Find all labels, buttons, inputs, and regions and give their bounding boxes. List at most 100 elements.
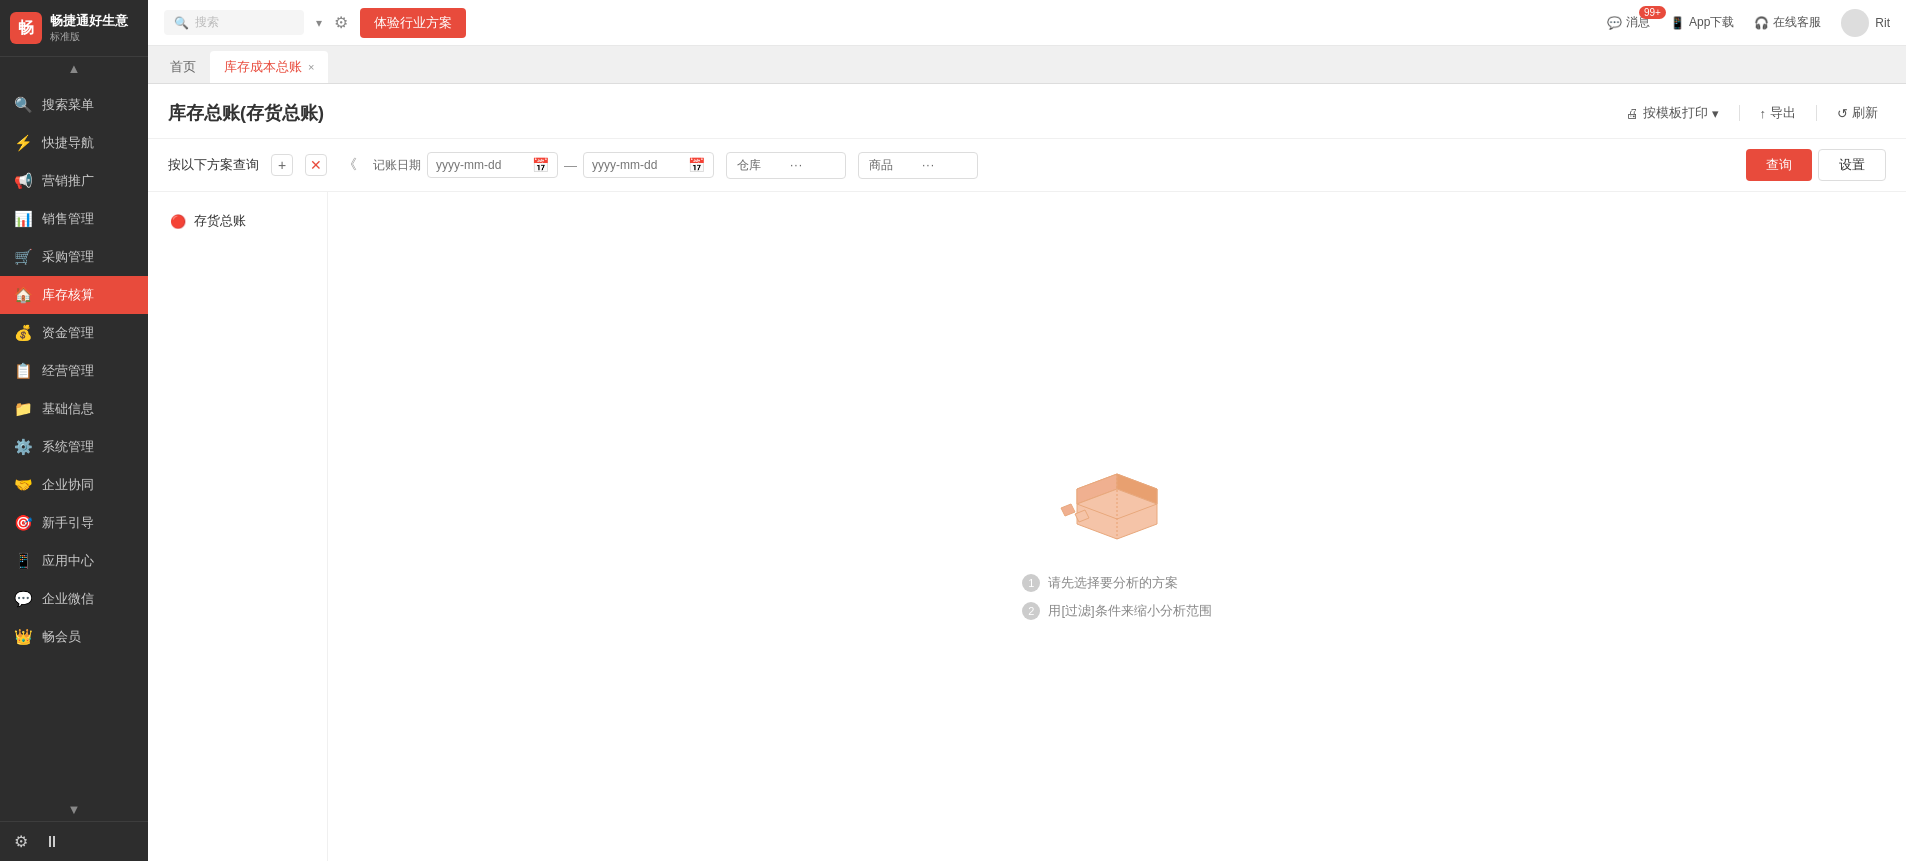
filter-collapse-btn[interactable]: 《 xyxy=(339,154,361,176)
nav-label-business: 经营管理 xyxy=(42,362,94,380)
app-title: 畅捷通好生意 xyxy=(50,13,128,30)
sidebar-scroll-up[interactable]: ▲ xyxy=(0,57,148,80)
tip-text-1: 请先选择要分析的方案 xyxy=(1048,574,1178,592)
query-btn[interactable]: 查询 xyxy=(1746,149,1812,181)
nav-icon-inventory: 🏠 xyxy=(14,286,32,304)
print-template-btn[interactable]: 🖨 按模板打印 ▾ xyxy=(1618,100,1727,126)
date-start-input[interactable]: 📅 xyxy=(427,152,558,178)
topbar-search[interactable]: 🔍 搜索 xyxy=(164,10,304,35)
tab-inventory-ledger[interactable]: 库存成本总账 × xyxy=(210,51,328,83)
nav-label-shortcut: 快捷导航 xyxy=(42,134,94,152)
nav-icon-funds: 💰 xyxy=(14,324,32,342)
search-icon: 🔍 xyxy=(174,16,189,30)
action-separator-2 xyxy=(1816,105,1817,121)
nav-icon-business: 📋 xyxy=(14,362,32,380)
warehouse-more-icon: ··· xyxy=(790,158,835,172)
sidebar-item-sales[interactable]: 📊销售管理 xyxy=(0,200,148,238)
sidebar-item-marketing[interactable]: 📢营销推广 xyxy=(0,162,148,200)
filter-close-btn[interactable]: ✕ xyxy=(305,154,327,176)
warehouse-label: 仓库 xyxy=(737,157,782,174)
filter-label: 按以下方案查询 xyxy=(168,156,259,174)
user-name: Rit xyxy=(1875,16,1890,30)
main-content: 1 请先选择要分析的方案 2 用[过滤]条件来缩小分析范围 xyxy=(328,192,1906,861)
sidebar-item-shortcut[interactable]: ⚡快捷导航 xyxy=(0,124,148,162)
message-btn[interactable]: 💬 消息 99+ xyxy=(1607,14,1650,31)
nav-icon-enterprise: 🤝 xyxy=(14,476,32,494)
tab-label-inventory-ledger: 库存成本总账 xyxy=(224,58,302,76)
page-header: 库存总账(存货总账) 🖨 按模板打印 ▾ ↑ 导出 ↺ 刷新 xyxy=(148,84,1906,139)
app-download-btn[interactable]: 📱 App下载 xyxy=(1670,14,1734,31)
tip-text-2: 用[过滤]条件来缩小分析范围 xyxy=(1048,602,1211,620)
nav-label-basic: 基础信息 xyxy=(42,400,94,418)
app-logo-icon: 畅 xyxy=(10,12,42,44)
empty-illustration xyxy=(1057,434,1177,554)
nav-icon-basic: 📁 xyxy=(14,400,32,418)
nav-label-funds: 资金管理 xyxy=(42,324,94,342)
print-template-label: 按模板打印 xyxy=(1643,104,1708,122)
calendar-start-icon: 📅 xyxy=(532,157,549,173)
industry-btn[interactable]: 体验行业方案 xyxy=(360,8,466,38)
sidebar-item-newbie[interactable]: 🎯新手引导 xyxy=(0,504,148,542)
online-service-btn[interactable]: 🎧 在线客服 xyxy=(1754,14,1821,31)
goods-more-icon: ··· xyxy=(922,158,967,172)
tab-label-home: 首页 xyxy=(170,58,196,76)
nav-label-search: 搜索菜单 xyxy=(42,96,94,114)
nav-icon-system: ⚙️ xyxy=(14,438,32,456)
svg-marker-6 xyxy=(1061,504,1075,516)
user-area[interactable]: Rit xyxy=(1841,9,1890,37)
empty-tips: 1 请先选择要分析的方案 2 用[过滤]条件来缩小分析范围 xyxy=(1022,574,1211,620)
nav-label-wechat: 企业微信 xyxy=(42,590,94,608)
nav-icon-purchase: 🛒 xyxy=(14,248,32,266)
nav-label-system: 系统管理 xyxy=(42,438,94,456)
filter-add-btn[interactable]: + xyxy=(271,154,293,176)
date-start-field[interactable] xyxy=(436,158,526,172)
sidebar-item-enterprise[interactable]: 🤝企业协同 xyxy=(0,466,148,504)
message-icon: 💬 xyxy=(1607,16,1622,30)
app-subtitle: 标准版 xyxy=(50,30,128,43)
sidebar-item-purchase[interactable]: 🛒 采购管理 xyxy=(0,238,148,276)
sidebar-item-inventory[interactable]: 🏠 库存核算 xyxy=(0,276,148,314)
sidebar-item-business[interactable]: 📋 经营管理 xyxy=(0,352,148,390)
page-title: 库存总账(存货总账) xyxy=(168,101,324,125)
tab-home[interactable]: 首页 xyxy=(156,51,210,83)
tabbar: 首页 库存成本总账 × xyxy=(148,46,1906,84)
filter-item-label-inventory-ledger: 存货总账 xyxy=(194,212,246,230)
filter-bar: 按以下方案查询 + ✕ 《 记账日期 📅 — 📅 仓库 ··· xyxy=(148,139,1906,192)
sidebar-item-system[interactable]: ⚙️ 系统管理 xyxy=(0,428,148,466)
nav-label-inventory: 库存核算 xyxy=(42,286,94,304)
export-btn[interactable]: ↑ 导出 xyxy=(1752,100,1805,126)
audio-icon[interactable]: ⏸ xyxy=(44,833,60,851)
goods-filter[interactable]: 商品 ··· xyxy=(858,152,978,179)
sidebar-item-wechat[interactable]: 💬企业微信 xyxy=(0,580,148,618)
sidebar-bottom: ⚙ ⏸ xyxy=(0,821,148,861)
sidebar: 畅 畅捷通好生意 标准版 ▲ 🔍搜索菜单⚡快捷导航📢营销推广📊销售管理 🛒 采购管理… xyxy=(0,0,148,861)
tab-close-inventory-ledger[interactable]: × xyxy=(308,61,314,73)
date-end-field[interactable] xyxy=(592,158,682,172)
settings-btn[interactable]: 设置 xyxy=(1818,149,1886,181)
main-area: 🔍 搜索 ▾ ⚙ 体验行业方案 💬 消息 99+ 📱 App下载 🎧 在线客服 … xyxy=(148,0,1906,861)
empty-tip-1: 1 请先选择要分析的方案 xyxy=(1022,574,1211,592)
page-actions: 🖨 按模板打印 ▾ ↑ 导出 ↺ 刷新 xyxy=(1618,100,1887,126)
goods-label: 商品 xyxy=(869,157,914,174)
sidebar-scroll-down[interactable]: ▼ xyxy=(0,798,148,821)
date-end-input[interactable]: 📅 xyxy=(583,152,714,178)
nav-label-newbie: 新手引导 xyxy=(42,514,94,532)
headset-icon: 🎧 xyxy=(1754,16,1769,30)
filter-item-icon-inventory-ledger: 🔴 xyxy=(170,214,186,229)
calendar-end-icon: 📅 xyxy=(688,157,705,173)
warehouse-filter[interactable]: 仓库 ··· xyxy=(726,152,846,179)
sidebar-item-appcenter[interactable]: 📱应用中心 xyxy=(0,542,148,580)
topbar-chevron-icon[interactable]: ▾ xyxy=(316,16,322,30)
export-icon: ↑ xyxy=(1760,106,1767,121)
filter-panel-item-inventory-ledger[interactable]: 🔴 存货总账 xyxy=(160,204,315,238)
refresh-btn[interactable]: ↺ 刷新 xyxy=(1829,100,1886,126)
sidebar-item-funds[interactable]: 💰 资金管理 xyxy=(0,314,148,352)
sidebar-item-search[interactable]: 🔍搜索菜单 xyxy=(0,86,148,124)
nav-label-purchase: 采购管理 xyxy=(42,248,94,266)
search-placeholder: 搜索 xyxy=(195,14,219,31)
content-body: 🔴 存货总账 xyxy=(148,192,1906,861)
sidebar-item-member[interactable]: 👑畅会员 xyxy=(0,618,148,656)
topbar-gear-icon[interactable]: ⚙ xyxy=(334,13,348,32)
settings-icon[interactable]: ⚙ xyxy=(14,832,28,851)
sidebar-item-basic[interactable]: 📁 基础信息 xyxy=(0,390,148,428)
